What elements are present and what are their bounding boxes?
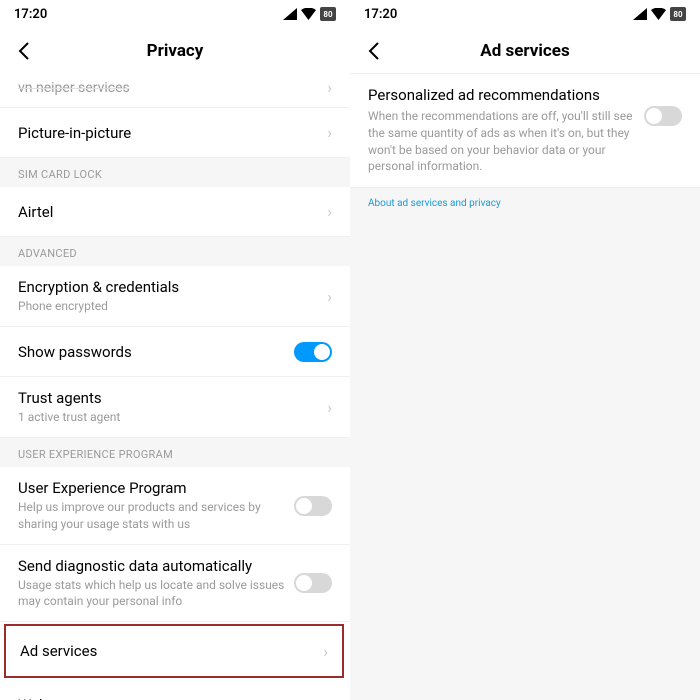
row-sublabel: Phone encrypted [18,298,327,314]
highlight-ad-services: Ad services › [4,624,344,678]
row-web-apps[interactable]: Web apps › [0,680,350,700]
back-button[interactable] [360,37,388,65]
row-label: Web apps [18,696,327,700]
row-label: Ad services [20,642,323,660]
row-encryption[interactable]: Encryption & credentials Phone encrypted… [0,266,350,327]
row-sublabel: Help us improve our products and service… [18,499,294,531]
row-label: Trust agents [18,389,327,407]
ad-services-screen: 17:20 80 Ad services Personalized ad rec… [350,0,700,700]
row-show-passwords[interactable]: Show passwords [0,327,350,377]
status-bar: 17:20 80 [350,0,700,28]
row-ux-program[interactable]: User Experience Program Help us improve … [0,467,350,544]
toggle-ux-program[interactable] [294,496,332,516]
content: Personalized ad recommendations When the… [350,74,700,700]
toggle-diagnostic[interactable] [294,573,332,593]
privacy-screen: 17:20 80 Privacy vn neiper services › Pi… [0,0,350,700]
chevron-right-icon: › [323,642,328,661]
battery-icon: 80 [320,7,336,21]
page-title: Privacy [147,41,204,61]
row-sublabel: Usage stats which help us locate and sol… [18,577,294,609]
status-bar: 17:20 80 [0,0,350,28]
clock: 17:20 [364,7,397,22]
battery-icon: 80 [670,7,686,21]
row-diagnostic[interactable]: Send diagnostic data automatically Usage… [0,545,350,622]
signal-icon [633,8,647,20]
row-label: User Experience Program [18,479,294,497]
row-label: vn neiper services [18,80,327,96]
chevron-right-icon: › [327,123,332,142]
chevron-left-icon [18,42,30,60]
status-icons: 80 [283,7,336,21]
section-ux-program: USER EXPERIENCE PROGRAM [0,438,350,467]
row-trust-agents[interactable]: Trust agents 1 active trust agent › [0,377,350,438]
row-picture-in-picture[interactable]: Picture-in-picture › [0,108,350,158]
row-airtel[interactable]: Airtel › [0,187,350,237]
header: Privacy [0,28,350,74]
row-label: Send diagnostic data automatically [18,557,294,575]
row-label: Personalized ad recommendations [368,86,644,104]
chevron-right-icon: › [327,287,332,306]
toggle-show-passwords[interactable] [294,342,332,362]
chevron-right-icon: › [327,78,332,97]
wifi-icon [651,8,666,20]
page-title: Ad services [480,41,569,61]
header: Ad services [350,28,700,74]
row-label: Picture-in-picture [18,124,327,142]
status-icons: 80 [633,7,686,21]
signal-icon [283,8,297,20]
section-advanced: ADVANCED [0,237,350,266]
chevron-right-icon: › [327,696,332,700]
row-sublabel: When the recommendations are off, you'll… [368,108,644,175]
chevron-right-icon: › [327,398,332,417]
wifi-icon [301,8,316,20]
row-label: Airtel [18,203,327,221]
row-partial-top[interactable]: vn neiper services › [0,74,350,108]
back-button[interactable] [10,37,38,65]
toggle-personalized-ads[interactable] [644,106,682,126]
section-sim-card-lock: SIM CARD LOCK [0,158,350,187]
link-about-ad-services[interactable]: About ad services and privacy [350,188,700,219]
settings-list: vn neiper services › Picture-in-picture … [0,74,350,700]
row-ad-services[interactable]: Ad services › [6,626,342,676]
row-sublabel: 1 active trust agent [18,409,327,425]
clock: 17:20 [14,7,47,22]
chevron-left-icon [368,42,380,60]
chevron-right-icon: › [327,202,332,221]
row-personalized-ads[interactable]: Personalized ad recommendations When the… [350,74,700,188]
row-label: Encryption & credentials [18,278,327,296]
row-label: Show passwords [18,343,294,361]
